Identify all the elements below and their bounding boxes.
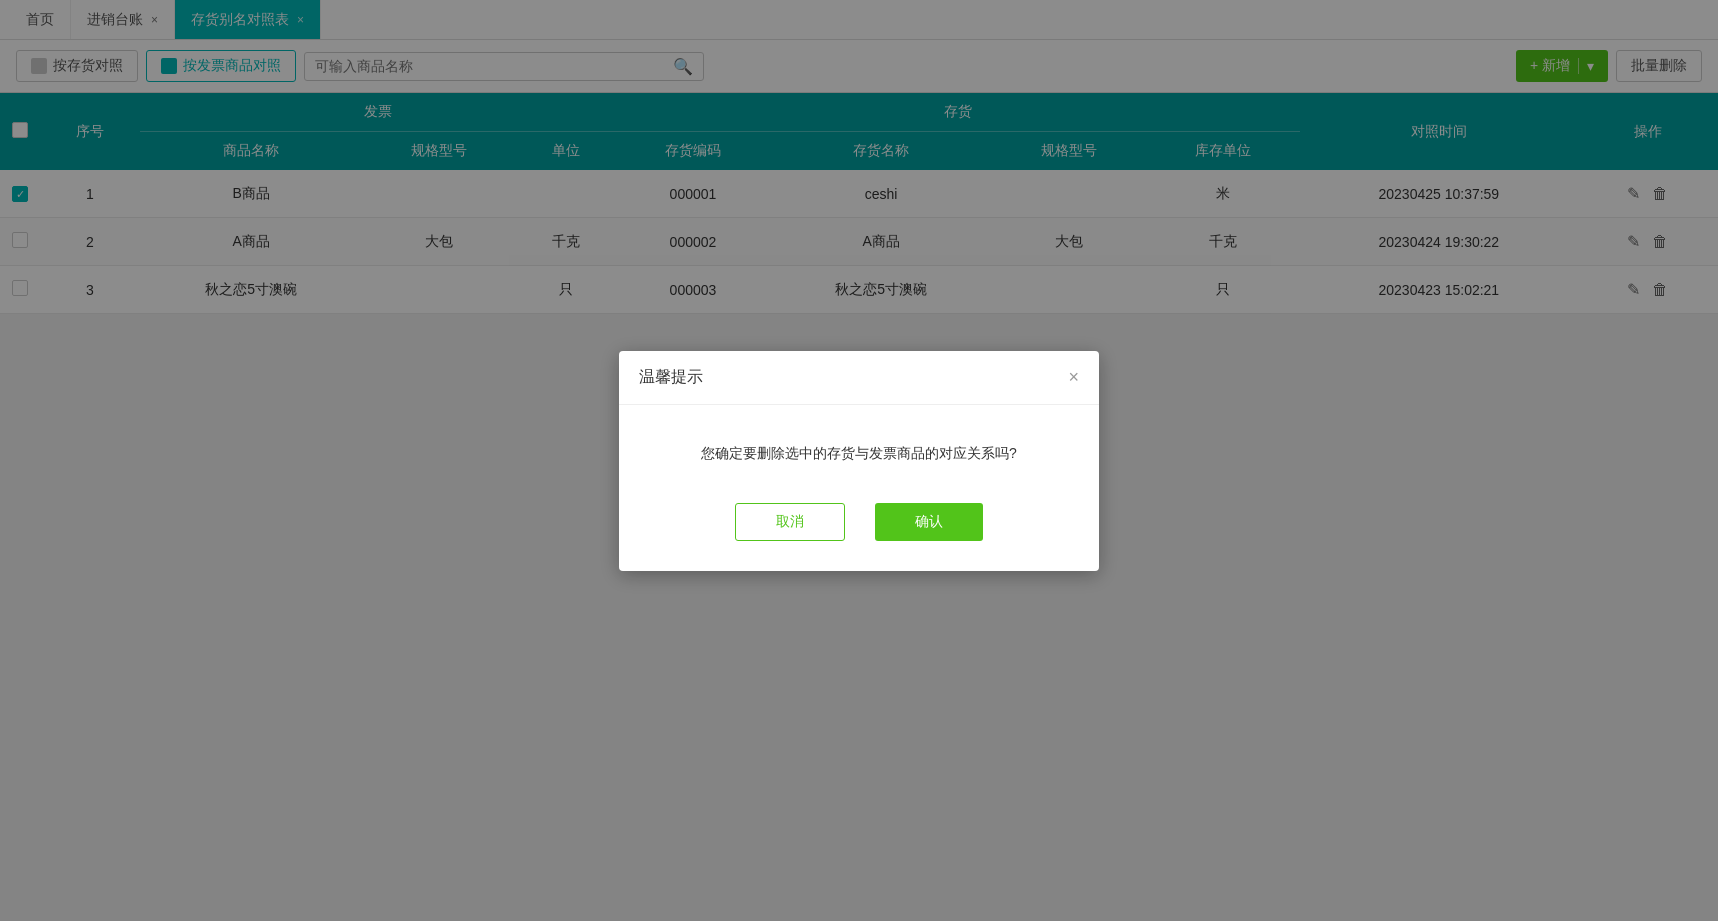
dialog-overlay: 温馨提示 × 您确定要删除选中的存货与发票商品的对应关系吗? 取消 确认 [0,0,1718,314]
